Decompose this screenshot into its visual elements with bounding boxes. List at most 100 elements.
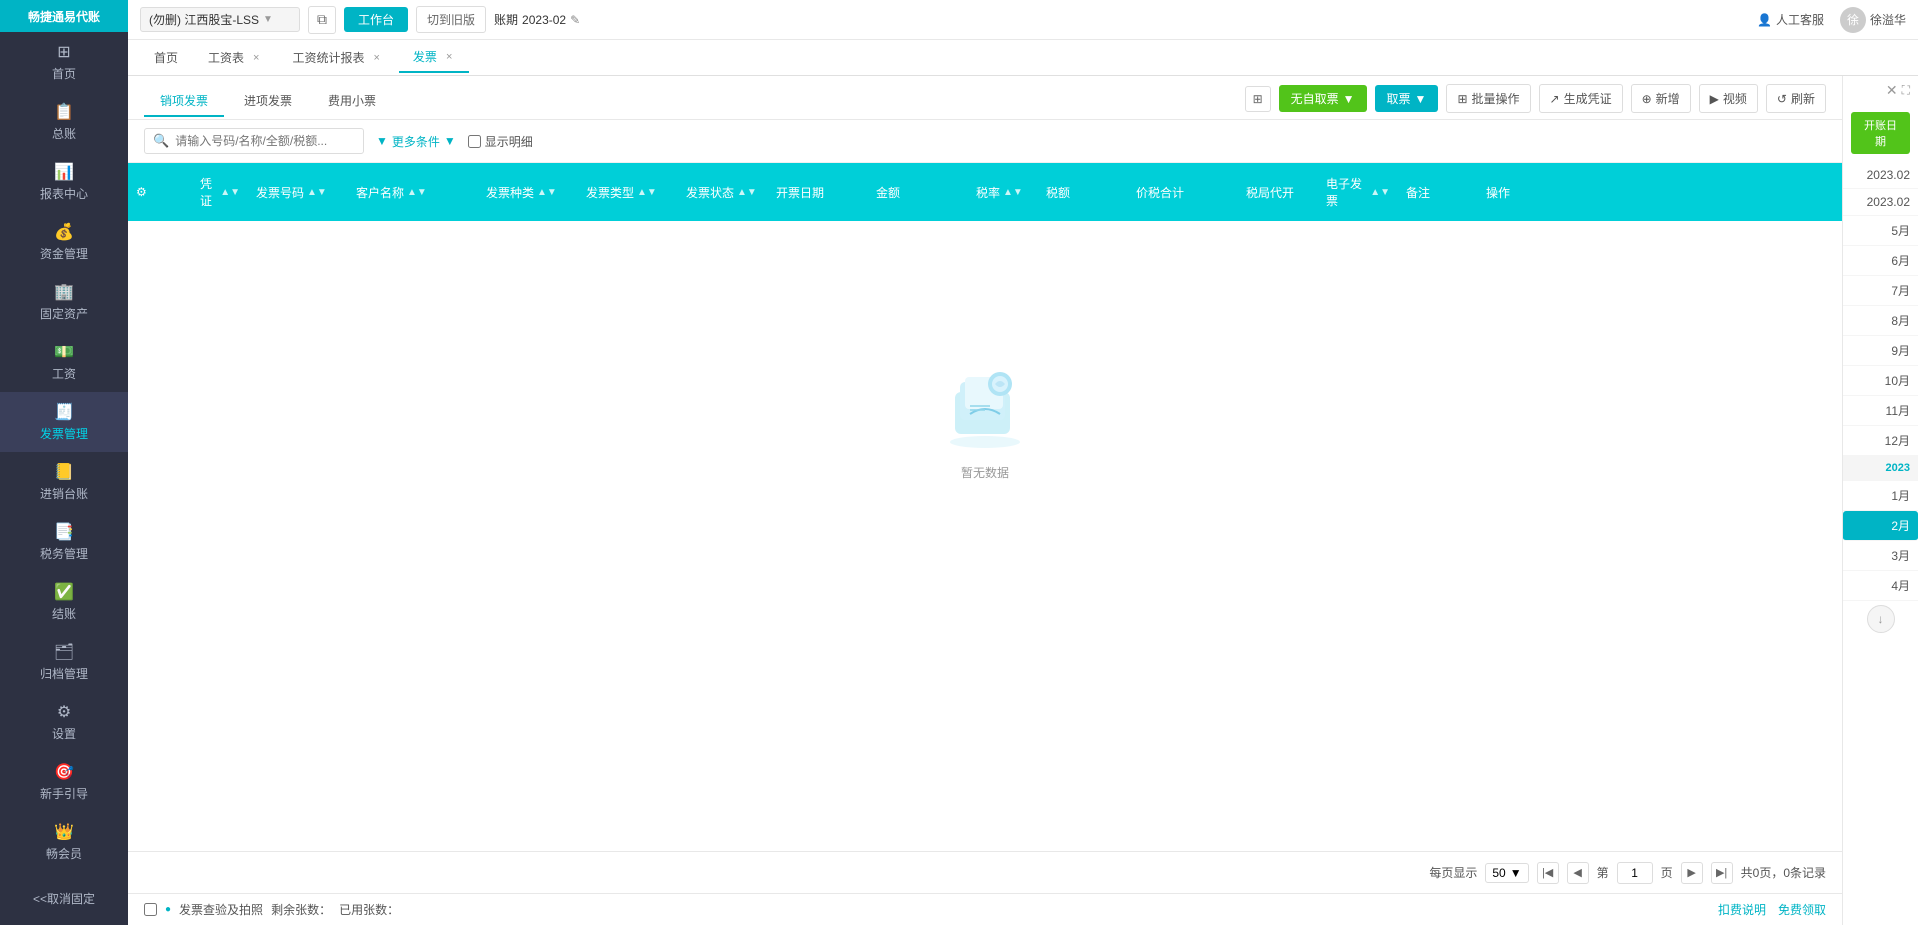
- date-item[interactable]: 12月: [1843, 426, 1918, 456]
- date-item[interactable]: 3月: [1843, 541, 1918, 571]
- show-detail-checkbox[interactable]: [468, 135, 481, 148]
- page-size-select[interactable]: 50 ▼: [1485, 863, 1528, 883]
- sidebar-item-发票管理[interactable]: 🧾发票管理: [0, 392, 128, 452]
- sidebar-item-总账[interactable]: 📋总账: [0, 92, 128, 152]
- sidebar-item-label: 首页: [52, 65, 76, 82]
- sidebar-item-结账[interactable]: ✅结账: [0, 572, 128, 632]
- date-item[interactable]: 4月: [1843, 571, 1918, 601]
- tab-发票[interactable]: 发票×: [399, 42, 469, 73]
- user-profile[interactable]: 徐 徐溢华: [1840, 7, 1906, 33]
- last-page-button[interactable]: ▶|: [1711, 862, 1733, 884]
- check-invoice-checkbox[interactable]: [144, 903, 157, 916]
- tab-close-icon[interactable]: ×: [250, 51, 262, 65]
- check-label: 发票查验及拍照: [179, 901, 263, 918]
- tab-工资表[interactable]: 工资表×: [194, 43, 276, 72]
- date-item[interactable]: 2023.02: [1843, 189, 1918, 216]
- sort-icon[interactable]: ▲▼: [220, 187, 240, 198]
- sort-icon[interactable]: ▲▼: [1003, 187, 1023, 198]
- table-header-col: 价税合计: [1128, 171, 1238, 213]
- sidebar-item-label: 总账: [52, 125, 76, 142]
- sort-icon[interactable]: ▲▼: [407, 187, 427, 198]
- gen-voucher-button[interactable]: ↗ 生成凭证: [1539, 84, 1623, 113]
- period-edit-icon[interactable]: ✎: [570, 13, 580, 27]
- date-item[interactable]: 9月: [1843, 336, 1918, 366]
- company-selector[interactable]: (勿删) 江西股宝-LSS ▼: [140, 7, 300, 32]
- sidebar-item-label: 固定资产: [40, 305, 88, 322]
- sidebar-item-报表中心[interactable]: 📊报表中心: [0, 152, 128, 212]
- page-input[interactable]: [1617, 862, 1653, 884]
- sort-icon[interactable]: ▲▼: [307, 187, 327, 198]
- date-item[interactable]: 2023: [1843, 456, 1918, 481]
- date-item[interactable]: 1月: [1843, 481, 1918, 511]
- tab-首页[interactable]: 首页: [140, 43, 192, 72]
- subtab-expense-receipt[interactable]: 费用小票: [312, 86, 392, 117]
- sidebar-item-label: 归档管理: [40, 665, 88, 682]
- subtab-purchase-invoice[interactable]: 进项发票: [228, 86, 308, 117]
- filter-dropdown-icon: ▼: [444, 134, 456, 148]
- show-detail-toggle[interactable]: 显示明细: [468, 133, 533, 150]
- subtab-sales-invoice[interactable]: 销项发票: [144, 86, 224, 117]
- sidebar-item-资金管理[interactable]: 💰资金管理: [0, 212, 128, 272]
- status-dot: ●: [165, 904, 171, 915]
- no-tickets-button[interactable]: 无自取票 ▼: [1279, 85, 1367, 112]
- sidebar-item-税务管理[interactable]: 📑税务管理: [0, 512, 128, 572]
- switch-version-button[interactable]: 切到旧版: [416, 6, 486, 33]
- ai-service-link[interactable]: 👤 人工客服: [1757, 11, 1824, 28]
- content-area: 销项发票 进项发票 费用小票 ⊞ 无自取票 ▼ 取票 ▼: [128, 76, 1918, 925]
- close-icon[interactable]: ✕: [1886, 82, 1898, 99]
- tab-close-icon[interactable]: ×: [443, 50, 455, 64]
- refresh-button[interactable]: ↺ 刷新: [1766, 84, 1826, 113]
- sidebar-icon: 🎯: [54, 762, 74, 782]
- fee-description-link[interactable]: 扣费说明: [1718, 901, 1766, 918]
- tab-label: 首页: [154, 49, 178, 66]
- sidebar-item-新手引导[interactable]: 🎯新手引导: [0, 752, 128, 812]
- date-item[interactable]: 5月: [1843, 216, 1918, 246]
- date-item[interactable]: 2023.02: [1843, 162, 1918, 189]
- workspace-button[interactable]: 工作台: [344, 7, 408, 32]
- subtab-toolbar: ⊞ 无自取票 ▼ 取票 ▼ ⊞ 批量操作 ↗ 生成凭证: [1245, 84, 1826, 119]
- sidebar-item-工资[interactable]: 💵工资: [0, 332, 128, 392]
- more-filters-button[interactable]: ▼ 更多条件 ▼: [376, 133, 456, 150]
- collapse-button[interactable]: <<取消固定: [0, 882, 128, 915]
- sidebar-bottom: <<取消固定: [0, 872, 128, 925]
- new-button[interactable]: ⊕ 新增: [1631, 84, 1691, 113]
- free-get-link[interactable]: 免费领取: [1778, 901, 1826, 918]
- page-suffix-label: 页: [1661, 864, 1673, 881]
- open-date-button[interactable]: 开账日期: [1851, 112, 1910, 154]
- sort-icon[interactable]: ▲▼: [537, 187, 557, 198]
- sort-icon[interactable]: ▲▼: [737, 187, 757, 198]
- batch-ops-button[interactable]: ⊞ 批量操作: [1446, 84, 1530, 113]
- sidebar-item-进销台账[interactable]: 📒进销台账: [0, 452, 128, 512]
- subtab-bar: 销项发票 进项发票 费用小票 ⊞ 无自取票 ▼ 取票 ▼: [128, 76, 1842, 120]
- date-item[interactable]: 6月: [1843, 246, 1918, 276]
- sidebar-item-归档管理[interactable]: 🗂归档管理: [0, 632, 128, 692]
- date-item[interactable]: 7月: [1843, 276, 1918, 306]
- sidebar-item-畅会员[interactable]: 👑畅会员: [0, 812, 128, 872]
- get-tickets-button[interactable]: 取票 ▼: [1375, 85, 1439, 112]
- prev-page-button[interactable]: ◀: [1567, 862, 1589, 884]
- date-item[interactable]: 10月: [1843, 366, 1918, 396]
- tab-close-icon[interactable]: ×: [370, 51, 382, 65]
- grid-view-icon[interactable]: ⊞: [1245, 86, 1271, 112]
- per-page-label: 每页显示: [1429, 864, 1477, 881]
- first-page-button[interactable]: |◀: [1537, 862, 1559, 884]
- sidebar-item-label: 进销台账: [40, 485, 88, 502]
- sidebar-item-固定资产[interactable]: 🏢固定资产: [0, 272, 128, 332]
- table-header-col: 备注: [1398, 171, 1478, 213]
- tab-工资统计报表[interactable]: 工资统计报表×: [278, 43, 396, 72]
- sidebar-item-设置[interactable]: ⚙设置: [0, 692, 128, 752]
- sidebar-item-label: 资金管理: [40, 245, 88, 262]
- video-button[interactable]: ▶ 视频: [1699, 84, 1758, 113]
- scroll-down-icon[interactable]: ↓: [1867, 605, 1895, 633]
- sort-icon[interactable]: ▲▼: [1370, 187, 1390, 198]
- next-page-button[interactable]: ▶: [1681, 862, 1703, 884]
- sidebar-item-首页[interactable]: ⊞首页: [0, 32, 128, 92]
- date-item[interactable]: 8月: [1843, 306, 1918, 336]
- expand-icon[interactable]: ⛶: [1902, 83, 1910, 98]
- date-item[interactable]: 11月: [1843, 396, 1918, 426]
- sort-icon[interactable]: ▲▼: [637, 187, 657, 198]
- copy-icon[interactable]: ⧉: [308, 6, 336, 34]
- logo: 畅捷通易代账: [0, 0, 128, 32]
- search-input[interactable]: [175, 134, 355, 148]
- date-item[interactable]: 2月: [1843, 511, 1918, 541]
